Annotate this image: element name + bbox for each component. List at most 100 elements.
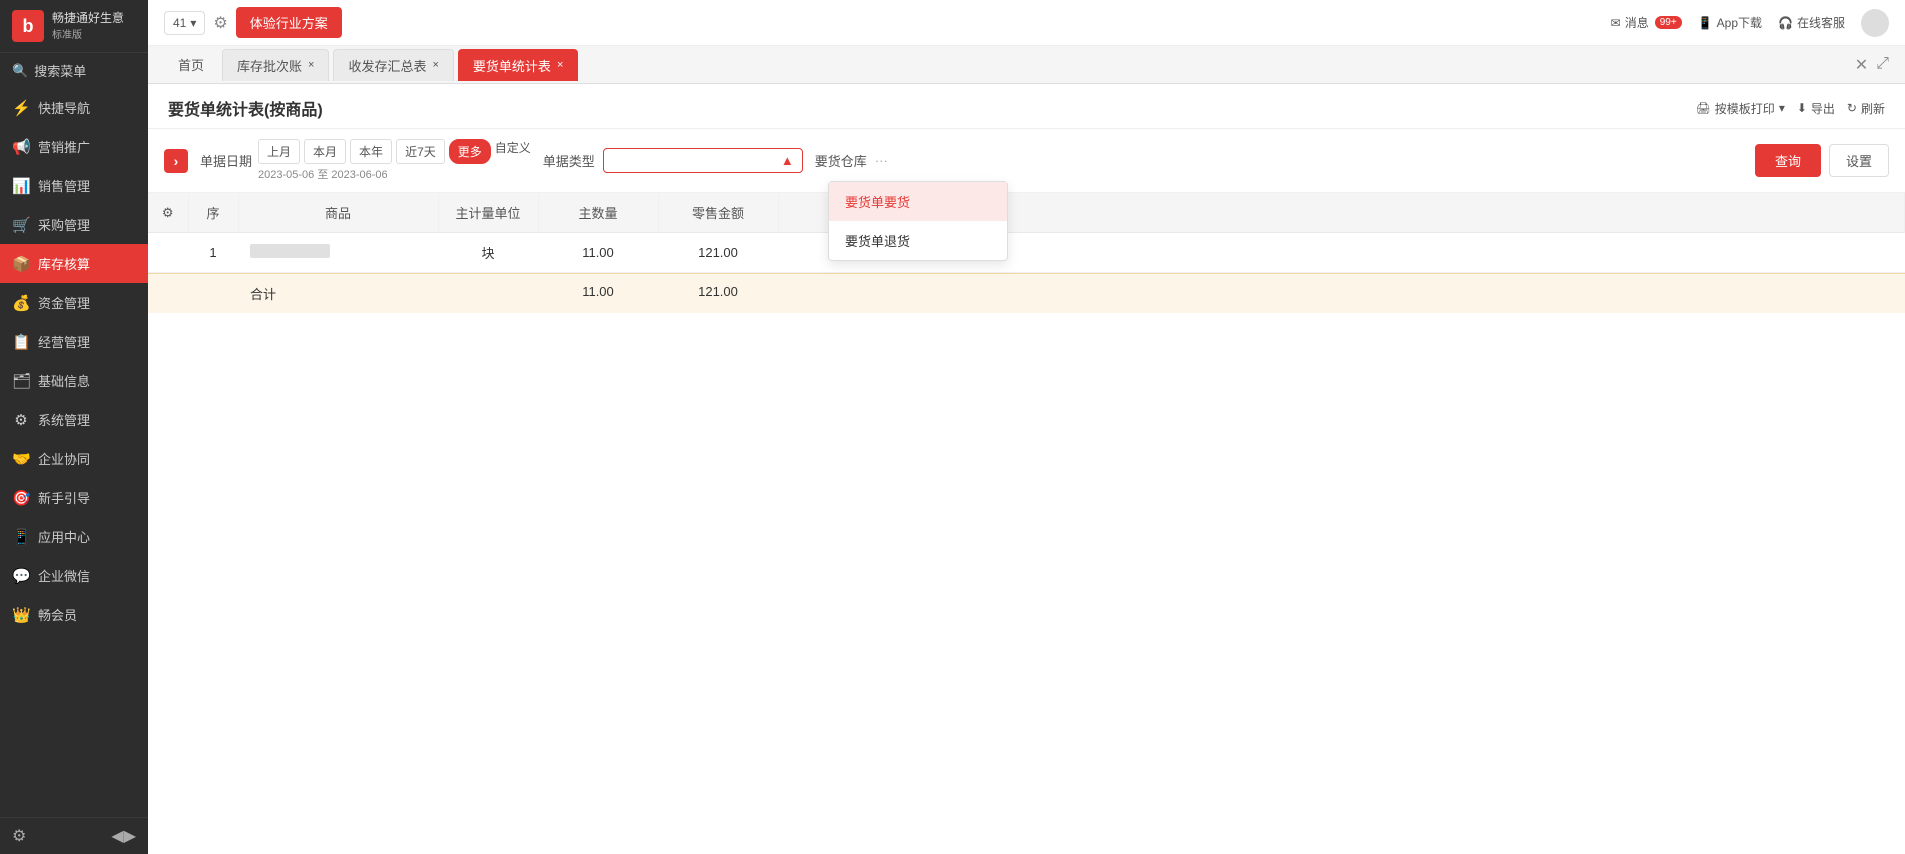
quick-nav-icon: ⚡ [12, 99, 30, 117]
this-year-btn[interactable]: 本年 [350, 139, 392, 164]
service-icon: 🎧 [1778, 16, 1793, 30]
type-label: 单据类型 [543, 151, 595, 170]
system-icon: ⚙ [12, 411, 30, 429]
sidebar-item-sales[interactable]: 📊 销售管理 [0, 166, 148, 205]
last-7-days-btn[interactable]: 近7天 [396, 139, 445, 164]
brand-name: 畅捷通好生意 [52, 11, 124, 27]
tabs-controls: ✕ ⤢ [1855, 55, 1889, 75]
sidebar-item-inventory[interactable]: 📦 库存核算 [0, 244, 148, 283]
print-icon: 🖨 [1696, 101, 1711, 115]
custom-btn[interactable]: 自定义 [495, 139, 531, 164]
date-range-display: 2023-05-06 至 2023-06-06 [258, 166, 531, 182]
sidebar-item-marketing[interactable]: 📢 营销推广 [0, 127, 148, 166]
refresh-action[interactable]: ↻ 刷新 [1847, 100, 1885, 117]
row-gear [148, 233, 188, 273]
query-button[interactable]: 查询 [1755, 144, 1821, 177]
table-header-row: ⚙ 序 商品 主计量单位 主数量 零售金额 [148, 193, 1905, 233]
operations-icon: 📋 [12, 333, 30, 351]
dropdown-return-label: 要货单退货 [845, 234, 910, 249]
tab-collect[interactable]: 收发存汇总表 × [333, 49, 453, 81]
settings-footer-icon[interactable]: ⚙ [12, 826, 26, 846]
export-label: 导出 [1811, 100, 1835, 117]
row-product [238, 233, 438, 273]
this-month-btn[interactable]: 本月 [304, 139, 346, 164]
tab-order-stat[interactable]: 要货单统计表 × [458, 49, 578, 81]
settings-button[interactable]: 设置 [1829, 144, 1889, 177]
sidebar-item-quick-nav[interactable]: ⚡ 快捷导航 [0, 88, 148, 127]
sidebar-item-purchase[interactable]: 🛒 采购管理 [0, 205, 148, 244]
tab-collect-close[interactable]: × [432, 59, 438, 71]
footer-label: 合计 [238, 284, 438, 303]
prev-month-btn[interactable]: 上月 [258, 139, 300, 164]
search-menu[interactable]: 🔍 搜索菜单 [0, 53, 148, 88]
filter-bar: › 单据日期 上月 本月 本年 近7天 更多 自定义 2023-05-06 至 … [148, 129, 1905, 193]
trial-button[interactable]: 体验行业方案 [236, 7, 342, 38]
refresh-label: 刷新 [1861, 100, 1885, 117]
download-icon: 📱 [1698, 16, 1713, 30]
refresh-icon: ↻ [1847, 101, 1857, 115]
row-num: 1 [188, 233, 238, 273]
user-avatar[interactable] [1861, 9, 1889, 37]
collapse-icon[interactable]: ◀▶ [111, 826, 136, 846]
col-amount: 零售金额 [658, 193, 778, 233]
sidebar-item-label: 采购管理 [38, 215, 90, 234]
tab-maximize-icon[interactable]: ⤢ [1876, 55, 1889, 75]
product-placeholder [250, 244, 330, 258]
type-input-wrap[interactable]: ▲ [603, 148, 803, 173]
app-download-label: App下载 [1717, 14, 1762, 31]
print-action[interactable]: 🖨 按模板打印 ▾ [1696, 100, 1785, 117]
inventory-icon: 📦 [12, 255, 30, 273]
sidebar-item-wechat[interactable]: 💬 企业微信 [0, 556, 148, 595]
filter-toggle-btn[interactable]: › [164, 149, 188, 173]
sidebar-item-label: 资金管理 [38, 293, 90, 312]
warehouse-dots[interactable]: ··· [875, 153, 888, 168]
sidebar-item-enterprise[interactable]: 🤝 企业协同 [0, 439, 148, 478]
sidebar-item-guide[interactable]: 🎯 新手引导 [0, 478, 148, 517]
app-download-action[interactable]: 📱 App下载 [1698, 14, 1762, 31]
sales-icon: 📊 [12, 177, 30, 195]
sidebar-item-members[interactable]: 👑 畅会员 [0, 595, 148, 634]
sidebar-item-label: 应用中心 [38, 527, 90, 546]
topbar-settings-icon[interactable]: ⚙ [213, 13, 227, 33]
col-num: 序 [188, 193, 238, 233]
more-btn[interactable]: 更多 [449, 139, 491, 164]
footer-empty-num [188, 284, 238, 303]
tab-home[interactable]: 首页 [164, 49, 218, 80]
sidebar-item-finance[interactable]: 💰 资金管理 [0, 283, 148, 322]
row-qty: 11.00 [538, 233, 658, 273]
tabs-bar: 首页 库存批次账 × 收发存汇总表 × 要货单统计表 × ✕ ⤢ [148, 46, 1905, 84]
dropdown-item-return[interactable]: 要货单退货 [829, 221, 1007, 260]
wechat-icon: 💬 [12, 567, 30, 585]
sidebar-item-basic[interactable]: 🗂 基础信息 [0, 361, 148, 400]
store-name: 41 [173, 16, 186, 30]
tab-close-all-icon[interactable]: ✕ [1855, 55, 1868, 75]
table-wrap: ⚙ 序 商品 主计量单位 主数量 零售金额 1 [148, 193, 1905, 273]
message-icon: ✉ [1611, 16, 1621, 30]
online-service-action[interactable]: 🎧 在线客服 [1778, 14, 1845, 31]
service-label: 在线客服 [1797, 14, 1845, 31]
footer-qty: 11.00 [538, 284, 658, 303]
dropdown-item-order[interactable]: 要货单要货 [829, 182, 1007, 221]
filter-actions: 查询 设置 [1755, 144, 1889, 177]
print-label: 按模板打印 [1715, 100, 1775, 117]
sidebar-item-operations[interactable]: 📋 经营管理 [0, 322, 148, 361]
tab-order-stat-close[interactable]: × [557, 59, 563, 71]
tab-batch[interactable]: 库存批次账 × [222, 49, 329, 81]
date-col: 上月 本月 本年 近7天 更多 自定义 2023-05-06 至 2023-06… [258, 139, 531, 182]
topbar-right: ✉ 消息 99+ 📱 App下载 🎧 在线客服 [1611, 9, 1889, 37]
sidebar-footer: ⚙ ◀▶ [0, 817, 148, 854]
message-action[interactable]: ✉ 消息 99+ [1611, 14, 1682, 31]
type-dropdown: 要货单要货 要货单退货 [828, 181, 1008, 261]
type-filter-group: 单据类型 ▲ [543, 148, 803, 173]
sidebar-item-label: 企业微信 [38, 566, 90, 585]
row-amount: 121.00 [658, 233, 778, 273]
sidebar-item-system[interactable]: ⚙ 系统管理 [0, 400, 148, 439]
store-selector[interactable]: 41 ▾ [164, 11, 205, 35]
message-label: 消息 [1625, 14, 1649, 31]
topbar: 41 ▾ ⚙ 体验行业方案 ✉ 消息 99+ 📱 App下载 🎧 在线客服 [148, 0, 1905, 46]
sidebar-item-apps[interactable]: 📱 应用中心 [0, 517, 148, 556]
sidebar-item-label: 系统管理 [38, 410, 90, 429]
export-action[interactable]: ⬇ 导出 [1797, 100, 1835, 117]
finance-icon: 💰 [12, 294, 30, 312]
tab-batch-close[interactable]: × [308, 59, 314, 71]
